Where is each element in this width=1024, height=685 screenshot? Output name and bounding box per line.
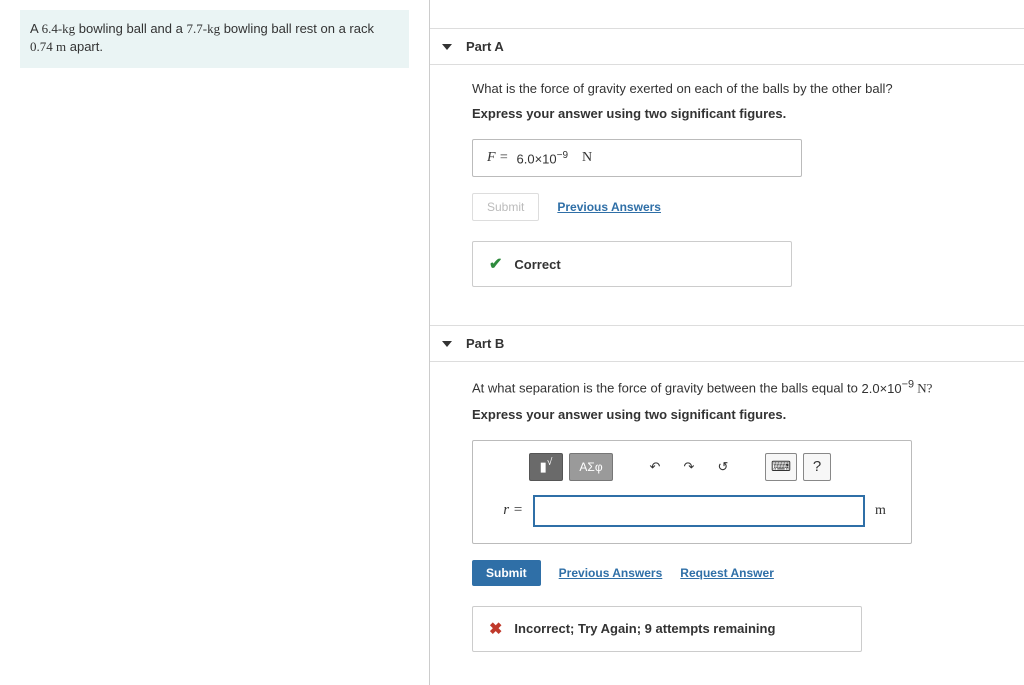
part-a-feedback-text: Correct: [514, 257, 560, 272]
formula-toolbar: ▮√ ΑΣφ ↶ ↷ ↺ ⌨ ?: [529, 453, 895, 481]
problem-text: A: [30, 21, 42, 36]
part-a-question: What is the force of gravity exerted on …: [472, 81, 1004, 96]
redo-icon[interactable]: ↷: [675, 453, 703, 481]
part-a-feedback: ✔ Correct: [472, 241, 792, 287]
part-b-question-pre: At what separation is the force of gravi…: [472, 381, 862, 396]
mass-1: 6.4-kg: [42, 21, 76, 36]
part-a-block: Part A What is the force of gravity exer…: [430, 28, 1024, 297]
chevron-down-icon: [442, 44, 452, 50]
part-b-previous-answers-link[interactable]: Previous Answers: [559, 566, 663, 580]
part-a-value-exp: −9: [557, 150, 568, 161]
part-a-lhs: F =: [487, 150, 509, 166]
part-a-previous-answers-link[interactable]: Previous Answers: [557, 200, 661, 214]
part-a-title: Part A: [466, 39, 504, 54]
part-a-answer-display: F = 6.0×10−9 N: [472, 139, 802, 177]
part-b-instruction: Express your answer using two significan…: [472, 407, 1004, 422]
part-b-val-base: 2.0×10: [862, 381, 902, 396]
mass-2: 7.7-kg: [186, 21, 220, 36]
part-b-unit: m: [875, 503, 895, 519]
part-a-instruction: Express your answer using two significan…: [472, 106, 1004, 121]
root-icon: √: [547, 457, 553, 468]
part-b-formula-box: ▮√ ΑΣφ ↶ ↷ ↺ ⌨ ? r = m: [472, 440, 912, 544]
part-b-feedback-text: Incorrect; Try Again; 9 attempts remaini…: [514, 621, 775, 636]
part-b-request-answer-link[interactable]: Request Answer: [680, 566, 774, 580]
x-icon: ✖: [489, 619, 502, 639]
problem-statement: A 6.4-kg bowling ball and a 7.7-kg bowli…: [20, 10, 409, 68]
check-icon: ✔: [489, 254, 502, 274]
part-b-lhs: r =: [489, 502, 523, 519]
part-a-value-base: 6.0×10: [517, 151, 557, 166]
problem-text: bowling ball rest on a rack: [220, 21, 374, 36]
part-b-question-unit: N?: [914, 381, 932, 396]
part-b-val-exp: −9: [902, 378, 914, 390]
part-b-header[interactable]: Part B: [430, 325, 1024, 362]
problem-text: apart.: [66, 39, 103, 54]
help-icon[interactable]: ?: [803, 453, 831, 481]
part-b-submit-button[interactable]: Submit: [472, 560, 541, 586]
part-a-unit: N: [582, 150, 592, 166]
part-b-title: Part B: [466, 336, 504, 351]
chevron-down-icon: [442, 341, 452, 347]
distance: 0.74 m: [30, 39, 66, 54]
part-b-target-value: 2.0×10−9: [862, 381, 914, 396]
part-b-block: Part B At what separation is the force o…: [430, 325, 1024, 661]
keyboard-icon[interactable]: ⌨: [765, 453, 797, 481]
templates-tool-icon[interactable]: ▮√: [529, 453, 563, 481]
part-a-header[interactable]: Part A: [430, 28, 1024, 65]
reset-icon[interactable]: ↺: [709, 453, 737, 481]
problem-text: bowling ball and a: [75, 21, 186, 36]
part-b-question: At what separation is the force of gravi…: [472, 378, 1004, 396]
part-b-feedback: ✖ Incorrect; Try Again; 9 attempts remai…: [472, 606, 862, 652]
greek-tool-icon[interactable]: ΑΣφ: [569, 453, 613, 481]
undo-icon[interactable]: ↶: [641, 453, 669, 481]
part-b-answer-input[interactable]: [533, 495, 865, 527]
part-a-value: 6.0×10−9: [517, 150, 569, 166]
part-a-submit-button: Submit: [472, 193, 539, 221]
